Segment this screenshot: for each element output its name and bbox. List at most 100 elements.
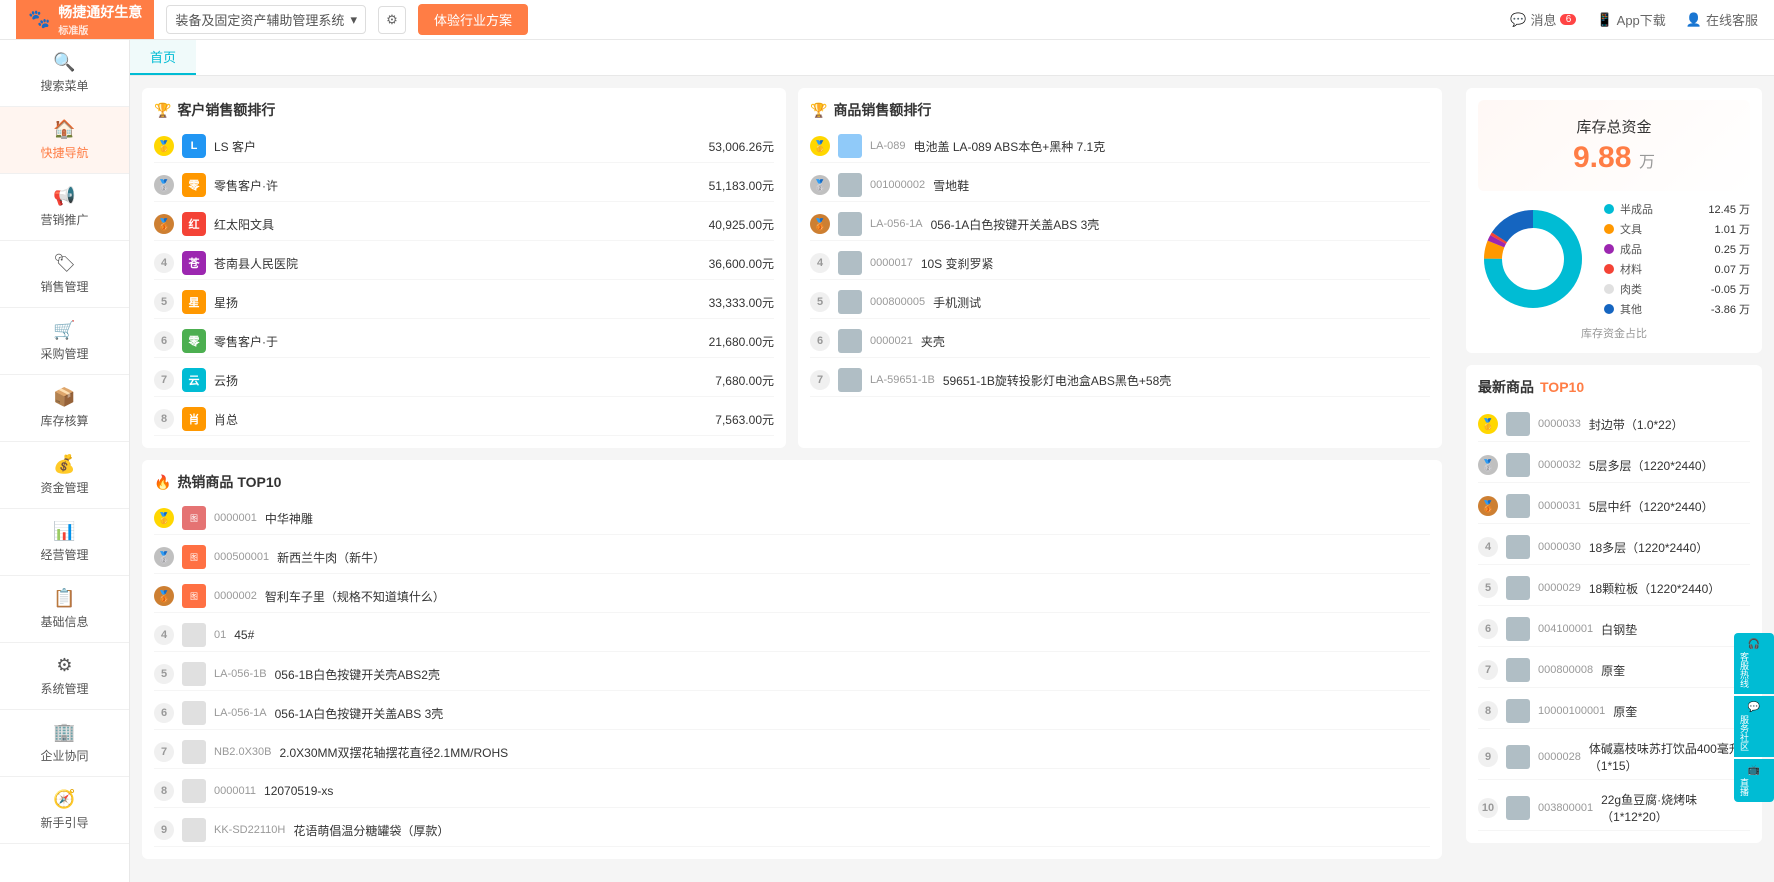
- product-code: LA-59651-1B: [870, 374, 935, 386]
- customer-amount: 33,333.00元: [709, 294, 774, 311]
- online-service-item[interactable]: 👤 在线客服: [1686, 10, 1758, 29]
- customer-name: 零售客户·于: [214, 333, 701, 350]
- guide-icon: 🧭: [53, 789, 75, 810]
- list-item: 7 NB2.0X30B 2.0X30MM双摆花轴摆花直径2.1MM/ROHS: [154, 736, 1430, 769]
- direct-button[interactable]: 📺 直播: [1734, 759, 1774, 802]
- inventory-amount-display: 9.88 万: [1478, 141, 1750, 175]
- sidebar-item-marketing[interactable]: 📢 营销推广: [0, 174, 129, 241]
- system-selector[interactable]: 装备及固定资产辅助管理系统 ▾: [166, 5, 366, 34]
- product-code: 001000002: [870, 179, 925, 191]
- table-row: 🥈 零 零售客户·许 51,183.00元: [154, 169, 774, 202]
- legend-name: 文具: [1620, 221, 1709, 237]
- marketing-icon: 📢: [53, 186, 75, 207]
- product-code: 0000030: [1538, 541, 1581, 553]
- rank-num: 9: [1478, 747, 1498, 767]
- product-img: [182, 740, 206, 764]
- product-name: 体碱嘉枝味苏打饮品400毫升（1*15）: [1589, 740, 1750, 774]
- table-row: 4 0000017 10S 变刹罗紧: [810, 247, 1430, 280]
- product-img: [838, 173, 862, 197]
- rank-num: 9: [154, 820, 174, 840]
- product-img: [838, 251, 862, 275]
- chart-area: 半成品 12.45 万 文具 1.01 万 成品 0: [1478, 201, 1750, 317]
- product-img: [182, 623, 206, 647]
- list-item: 7 000800008 原奎: [1478, 653, 1750, 688]
- sidebar-item-system[interactable]: ⚙ 系统管理: [0, 643, 129, 710]
- tab-home[interactable]: 首页: [130, 40, 196, 75]
- product-img: [182, 701, 206, 725]
- list-item: 10 003800001 22g鱼豆腐·烧烤味（1*12*20）: [1478, 786, 1750, 831]
- sidebar-item-purchase[interactable]: 🛒 采购管理: [0, 308, 129, 375]
- header-right: 💬 消息 6 📱 App下载 👤 在线客服: [1510, 10, 1758, 29]
- right-panel: 库存总资金 9.88 万: [1454, 76, 1774, 882]
- sidebar-label-system: 系统管理: [40, 680, 88, 697]
- message-item[interactable]: 💬 消息 6: [1510, 10, 1576, 29]
- product-name: 18颗粒板（1220*2440）: [1589, 580, 1750, 597]
- product-name: 手机测试: [933, 294, 1430, 311]
- top10-badge: TOP10: [1540, 379, 1584, 395]
- customer-ranking-title: 🏆 客户销售额排行: [154, 100, 774, 120]
- trophy-icon: 🏆: [154, 102, 171, 119]
- product-code: 0000001: [214, 512, 257, 524]
- sidebar-label-purchase: 采购管理: [40, 345, 88, 362]
- trial-button[interactable]: 体验行业方案: [418, 4, 528, 35]
- product-code: 0000029: [1538, 582, 1581, 594]
- sidebar-item-inventory[interactable]: 📦 库存核算: [0, 375, 129, 442]
- product-rank-list: 🥇 LA-089 电池盖 LA-089 ABS本色+黑种 7.1克 🥈 0010…: [810, 130, 1430, 397]
- rank-num: 4: [154, 625, 174, 645]
- customer-service-button[interactable]: 🎧 客服热线: [1734, 633, 1774, 694]
- sidebar-item-finance[interactable]: 💰 资金管理: [0, 442, 129, 509]
- inventory-amount: 9.88: [1573, 141, 1631, 174]
- list-item: 🥈 0000032 5层多层（1220*2440）: [1478, 448, 1750, 483]
- product-name: 18多层（1220*2440）: [1589, 539, 1750, 556]
- product-code: LA-089: [870, 140, 905, 152]
- sidebar-item-basic-info[interactable]: 📋 基础信息: [0, 576, 129, 643]
- list-item: 6 LA-056-1A 056-1A白色按键开关盖ABS 3壳: [154, 697, 1430, 730]
- basic-info-icon: 📋: [53, 588, 75, 609]
- legend-value: 12.45 万: [1708, 201, 1750, 217]
- rank-num: 6: [1478, 619, 1498, 639]
- inventory-total-card: 库存总资金 9.88 万: [1466, 88, 1762, 353]
- home-icon: 🏠: [53, 119, 75, 140]
- main-layout: 🔍 搜索菜单 🏠 快捷导航 📢 营销推广 🏷 销售管理 🛒 采购管理 📦 库存核…: [0, 40, 1774, 882]
- legend-item: 文具 1.01 万: [1604, 221, 1750, 237]
- service-community-button[interactable]: 💬 服务社区: [1734, 696, 1774, 757]
- rank-num: 🥈: [154, 547, 174, 567]
- avatar: 云: [182, 368, 206, 392]
- product-code: LA-056-1A: [870, 218, 923, 230]
- product-name: 45#: [234, 628, 1430, 642]
- live-icon: 📺: [1738, 765, 1770, 776]
- table-row: 6 零 零售客户·于 21,680.00元: [154, 325, 774, 358]
- customer-ranking-panel: 🏆 客户销售额排行 🥇 L LS 客户 53,006.26元 �: [142, 88, 786, 448]
- product-name: 10S 变刹罗紧: [921, 255, 1430, 272]
- sidebar-item-search[interactable]: 🔍 搜索菜单: [0, 40, 129, 107]
- legend-dot: [1604, 304, 1614, 314]
- sidebar-item-quick-nav[interactable]: 🏠 快捷导航: [0, 107, 129, 174]
- product-img: [1506, 412, 1530, 436]
- app-download-item[interactable]: 📱 App下载: [1596, 10, 1665, 29]
- product-code: 0000032: [1538, 459, 1581, 471]
- table-row: 🥉 红 红太阳文具 40,925.00元: [154, 208, 774, 241]
- customer-name: 零售客户·许: [214, 177, 701, 194]
- customer-name: 肖总: [214, 411, 707, 428]
- search-icon: 🔍: [53, 52, 75, 73]
- customer-amount: 7,563.00元: [715, 411, 774, 428]
- sidebar-item-operations[interactable]: 📊 经营管理: [0, 509, 129, 576]
- list-item: 🥉 0000031 5层中纤（1220*2440）: [1478, 489, 1750, 524]
- rank-num-5: 5: [154, 292, 174, 312]
- product-img: [1506, 535, 1530, 559]
- middle-area: 🏆 客户销售额排行 🥇 L LS 客户 53,006.26元 �: [130, 76, 1454, 882]
- product-img: [838, 368, 862, 392]
- product-code: LA-056-1B: [214, 668, 267, 680]
- sidebar-item-sales[interactable]: 🏷 销售管理: [0, 241, 129, 308]
- product-name: 白钢垫: [1601, 621, 1750, 638]
- avatar: 肖: [182, 407, 206, 431]
- product-code: 0000011: [214, 785, 256, 797]
- sidebar-item-guide[interactable]: 🧭 新手引导: [0, 777, 129, 844]
- rank-num-2: 🥈: [810, 175, 830, 195]
- table-row: 🥇 L LS 客户 53,006.26元: [154, 130, 774, 163]
- list-item: 4 01 45#: [154, 619, 1430, 652]
- settings-button[interactable]: ⚙: [378, 6, 406, 34]
- legend-name: 成品: [1620, 241, 1709, 257]
- avatar: 红: [182, 212, 206, 236]
- sidebar-item-enterprise[interactable]: 🏢 企业协同: [0, 710, 129, 777]
